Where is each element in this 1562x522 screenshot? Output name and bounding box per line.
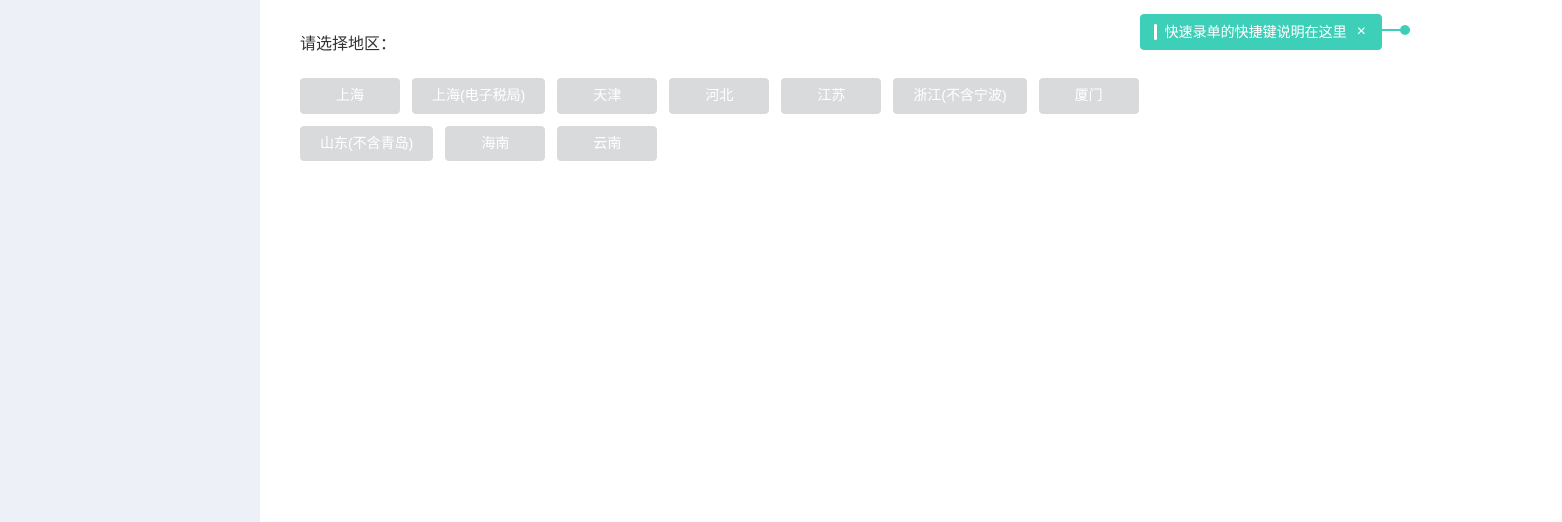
region-button-hebei[interactable]: 河北 xyxy=(669,78,769,114)
tooltip-bar-icon xyxy=(1154,24,1157,40)
region-button-shanghai-etax[interactable]: 上海(电子税局) xyxy=(412,78,545,114)
tooltip-banner: 快速录单的快捷键说明在这里 × xyxy=(1140,14,1382,50)
sidebar xyxy=(0,0,260,522)
tooltip-text: 快速录单的快捷键说明在这里 xyxy=(1165,22,1347,42)
tooltip-close-button[interactable]: × xyxy=(1355,24,1368,40)
region-button-shanghai[interactable]: 上海 xyxy=(300,78,400,114)
region-button-hainan[interactable]: 海南 xyxy=(445,126,545,162)
region-button-zhejiang[interactable]: 浙江(不含宁波) xyxy=(893,78,1026,114)
main-content: 请选择地区： 上海上海(电子税局)天津河北江苏浙江(不含宁波)厦门 山东(不含青… xyxy=(260,0,1562,522)
region-button-tianjin[interactable]: 天津 xyxy=(557,78,657,114)
region-row-2: 山东(不含青岛) 海南云南 xyxy=(300,126,1522,162)
region-row-1: 上海上海(电子税局) 天津河北江苏浙江(不含宁波) 厦门 xyxy=(300,78,1522,114)
tooltip-connector-dot xyxy=(1400,25,1410,35)
region-button-xiamen[interactable]: 厦门 xyxy=(1039,78,1139,114)
region-button-shandong[interactable]: 山东(不含青岛) xyxy=(300,126,433,162)
region-button-yunnan[interactable]: 云南 xyxy=(557,126,657,162)
region-button-jiangsu[interactable]: 江苏 xyxy=(781,78,881,114)
